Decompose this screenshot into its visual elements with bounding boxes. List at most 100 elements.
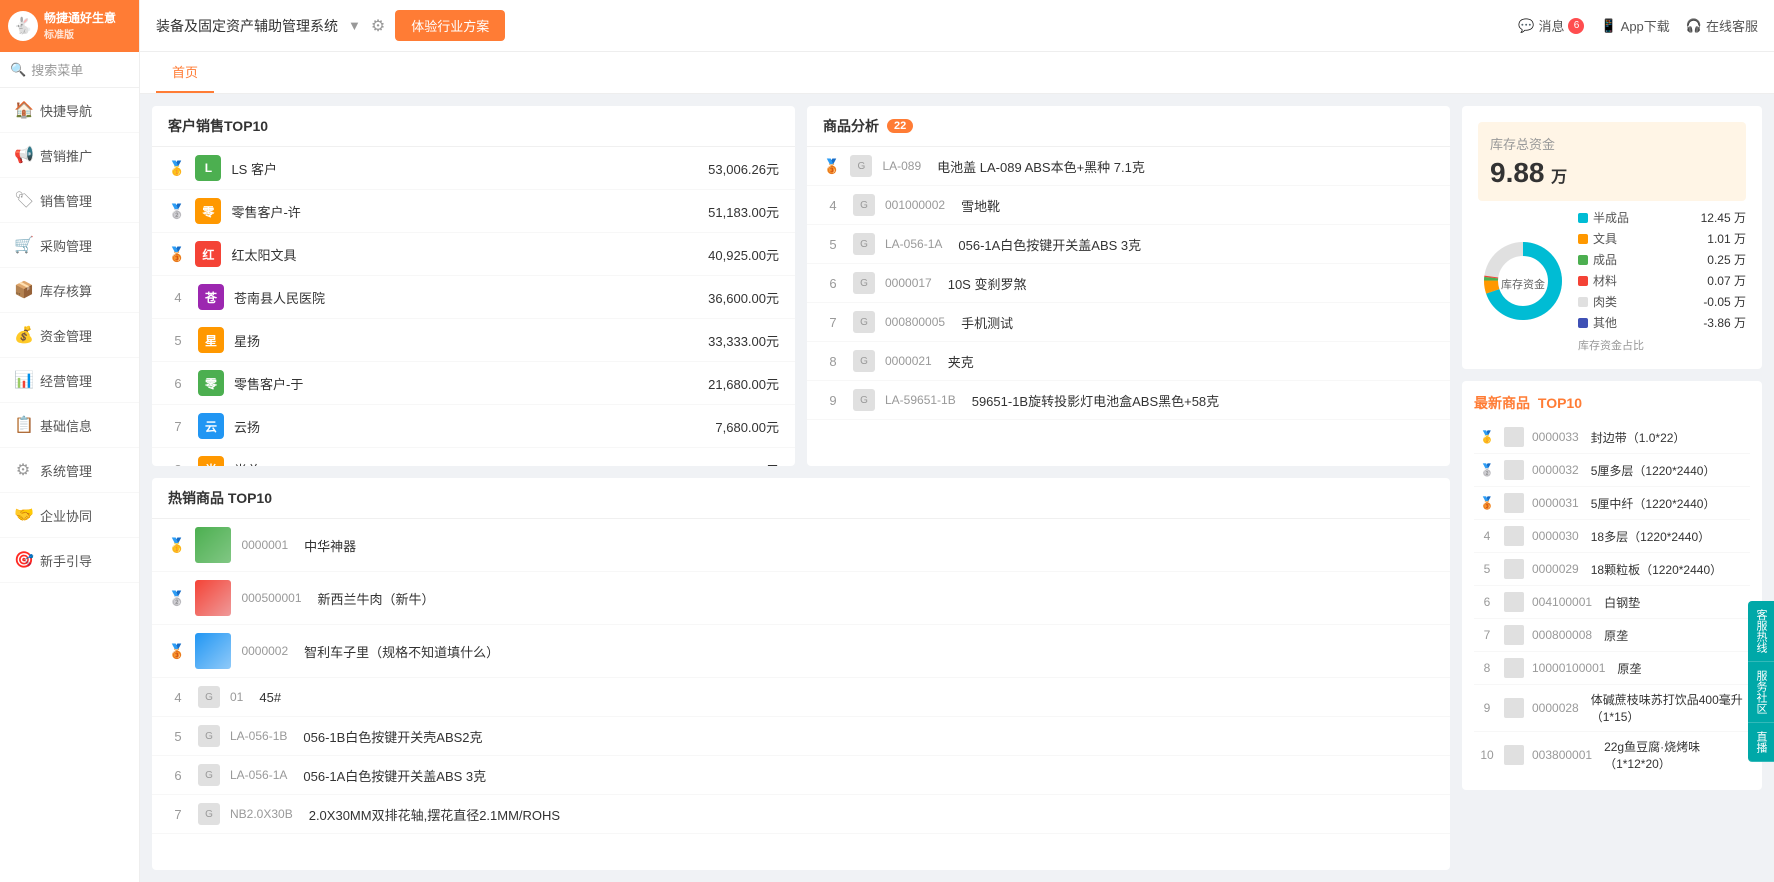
customer-amount-4: 36,600.00元 bbox=[708, 288, 779, 307]
inv-total-unit: 万 bbox=[1551, 169, 1567, 186]
product-name: 59651-1B旋转投影灯电池盒ABS黑色+58克 bbox=[972, 391, 1434, 410]
sidebar-item-marketing[interactable]: 📢 营销推广 bbox=[0, 133, 139, 178]
sidebar-item-finance[interactable]: 💰 资金管理 bbox=[0, 313, 139, 358]
new-products-list: 🥇 0000033 封边带（1.0*22） 🥈 0000032 5厘多层（122… bbox=[1474, 421, 1750, 778]
sidebar-item-basic-info[interactable]: 📋 基础信息 bbox=[0, 403, 139, 448]
sidebar-item-label: 系统管理 bbox=[40, 461, 92, 480]
product-img-4: G bbox=[198, 686, 220, 708]
np-name-9: 体碱蔗枝味苏打饮品400毫升（1*15） bbox=[1591, 691, 1746, 725]
np-icon-9 bbox=[1504, 698, 1524, 718]
product-code-2: 000500001 bbox=[241, 591, 301, 605]
online-service-btn[interactable]: 🎧 在线客服 bbox=[1686, 16, 1758, 35]
product-name: 10S 变刹罗煞 bbox=[948, 274, 1434, 293]
sales-item: 8 肖 肖总 7,563.00元 bbox=[152, 448, 795, 466]
sidebar-item-operations[interactable]: 📊 经营管理 bbox=[0, 358, 139, 403]
sidebar-item-guide[interactable]: 🎯 新手引导 bbox=[0, 538, 139, 583]
finance-icon: 💰 bbox=[14, 325, 32, 345]
np-rank-4: 4 bbox=[1478, 529, 1496, 543]
app-download-btn[interactable]: 📱 App下载 bbox=[1600, 16, 1669, 35]
community-label: 服务社区 bbox=[1753, 670, 1769, 714]
product-name: 手机测试 bbox=[961, 313, 1434, 332]
np-code-3: 0000031 bbox=[1532, 496, 1579, 510]
np-name-3: 5厘中纤（1220*2440） bbox=[1591, 495, 1746, 512]
topbar-gear-icon[interactable]: ⚙ bbox=[371, 16, 385, 36]
np-name-6: 白钢垫 bbox=[1604, 594, 1746, 611]
topbar-dropdown-icon[interactable]: ▼ bbox=[348, 18, 361, 33]
page-tabs: 首页 bbox=[140, 52, 1774, 94]
product-img-3 bbox=[195, 633, 231, 669]
hot-product-item: 6 G LA-056-1A 056-1A白色按键开关盖ABS 3克 bbox=[152, 756, 1450, 795]
product-img: G bbox=[853, 233, 875, 255]
sidebar-item-sales[interactable]: 🏷 销售管理 bbox=[0, 178, 139, 223]
np-code-10: 003800001 bbox=[1532, 748, 1592, 762]
donut-chart: 库存资金 bbox=[1478, 236, 1568, 326]
np-code-4: 0000030 bbox=[1532, 529, 1579, 543]
service-hotline-btn[interactable]: 客服热线 bbox=[1748, 601, 1774, 662]
np-rank-5: 5 bbox=[1478, 562, 1496, 576]
product-img-7: G bbox=[198, 803, 220, 825]
new-product-item: 🥉 0000031 5厘中纤（1220*2440） bbox=[1474, 487, 1750, 520]
svg-text:库存资金: 库存资金 bbox=[1501, 277, 1545, 291]
new-product-item: 🥇 0000033 封边带（1.0*22） bbox=[1474, 421, 1750, 454]
product-code: LA-089 bbox=[882, 159, 921, 173]
trial-button[interactable]: 体验行业方案 bbox=[395, 10, 505, 41]
rank-num: 5 bbox=[823, 237, 843, 252]
inventory-card: 库存总资金 9.88 万 bbox=[1462, 106, 1762, 369]
new-product-item: 5 0000029 18颗粒板（1220*2440） bbox=[1474, 553, 1750, 586]
rank-medal: 🥉 bbox=[823, 158, 840, 175]
service-community-btn[interactable]: 服务社区 bbox=[1748, 662, 1774, 723]
product-name: 夹克 bbox=[948, 352, 1434, 371]
product-item: 7 G 000800005 手机测试 bbox=[807, 303, 1450, 342]
customer-amount-2: 51,183.00元 bbox=[708, 202, 779, 221]
rank-num: 9 bbox=[823, 393, 843, 408]
np-icon-5 bbox=[1504, 559, 1524, 579]
product-code: 000800005 bbox=[885, 315, 945, 329]
rank-num-5: 5 bbox=[168, 333, 188, 348]
product-item: 9 G LA-59651-1B 59651-1B旋转投影灯电池盒ABS黑色+58… bbox=[807, 381, 1450, 420]
np-name-1: 封边带（1.0*22） bbox=[1591, 429, 1746, 446]
sidebar-nav: 🏠 快捷导航 📢 营销推广 🏷 销售管理 🛒 采购管理 📦 库存核算 💰 资金管… bbox=[0, 88, 139, 882]
legend-label: 成品 bbox=[1593, 251, 1702, 268]
app-edition: 标准版 bbox=[44, 26, 116, 41]
marketing-icon: 📢 bbox=[14, 145, 32, 165]
product-item: 🥉 G LA-089 电池盖 LA-089 ABS本色+黑种 7.1克 bbox=[807, 147, 1450, 186]
customer-amount-6: 21,680.00元 bbox=[708, 374, 779, 393]
sidebar-item-purchase[interactable]: 🛒 采购管理 bbox=[0, 223, 139, 268]
message-btn[interactable]: 💬 消息 6 bbox=[1518, 16, 1584, 35]
customer-avatar-8: 肖 bbox=[198, 456, 224, 466]
sidebar-item-enterprise[interactable]: 🤝 企业协同 bbox=[0, 493, 139, 538]
purchase-icon: 🛒 bbox=[14, 235, 32, 255]
legend-item-finished: 成品 0.25 万 bbox=[1578, 251, 1746, 268]
sidebar-item-home[interactable]: 🏠 快捷导航 bbox=[0, 88, 139, 133]
service-live-btn[interactable]: 直播 bbox=[1748, 723, 1774, 762]
np-rank-9: 9 bbox=[1478, 701, 1496, 715]
hot-product-item: 🥇 0000001 中华神器 bbox=[152, 519, 1450, 572]
product-code: LA-056-1A bbox=[885, 237, 942, 251]
search-menu[interactable]: 🔍 搜索菜单 bbox=[0, 52, 139, 88]
rank-medal-1: 🥇 bbox=[168, 160, 185, 177]
rank-num-7: 7 bbox=[168, 419, 188, 434]
product-item: 5 G LA-056-1A 056-1A白色按键开关盖ABS 3克 bbox=[807, 225, 1450, 264]
hot-product-item: 🥈 000500001 新西兰牛肉（新牛） bbox=[152, 572, 1450, 625]
hot-product-item: 🥉 0000002 智利车子里（规格不知道填什么） bbox=[152, 625, 1450, 678]
tab-home[interactable]: 首页 bbox=[156, 52, 214, 93]
sidebar-item-label: 企业协同 bbox=[40, 506, 92, 525]
customer-amount-3: 40,925.00元 bbox=[708, 245, 779, 264]
sidebar-item-system[interactable]: ⚙ 系统管理 bbox=[0, 448, 139, 493]
product-item: 6 G 0000017 10S 变刹罗煞 bbox=[807, 264, 1450, 303]
rank-num-7: 7 bbox=[168, 807, 188, 822]
np-code-6: 004100001 bbox=[1532, 595, 1592, 609]
sidebar-item-inventory[interactable]: 📦 库存核算 bbox=[0, 268, 139, 313]
legend-label: 半成品 bbox=[1593, 209, 1696, 226]
legend-dot bbox=[1578, 297, 1588, 307]
online-service-label: 在线客服 bbox=[1706, 16, 1758, 35]
np-icon-6 bbox=[1504, 592, 1524, 612]
basic-info-icon: 📋 bbox=[14, 415, 32, 435]
sidebar-item-label: 经营管理 bbox=[40, 371, 92, 390]
topbar-title: 装备及固定资产辅助管理系统 bbox=[156, 16, 338, 36]
customer-amount-5: 33,333.00元 bbox=[708, 331, 779, 350]
rank-num: 7 bbox=[823, 315, 843, 330]
topbar-right: 💬 消息 6 📱 App下载 🎧 在线客服 bbox=[1518, 16, 1758, 35]
product-img: G bbox=[853, 389, 875, 411]
customer-name-8: 肖总 bbox=[234, 460, 705, 467]
